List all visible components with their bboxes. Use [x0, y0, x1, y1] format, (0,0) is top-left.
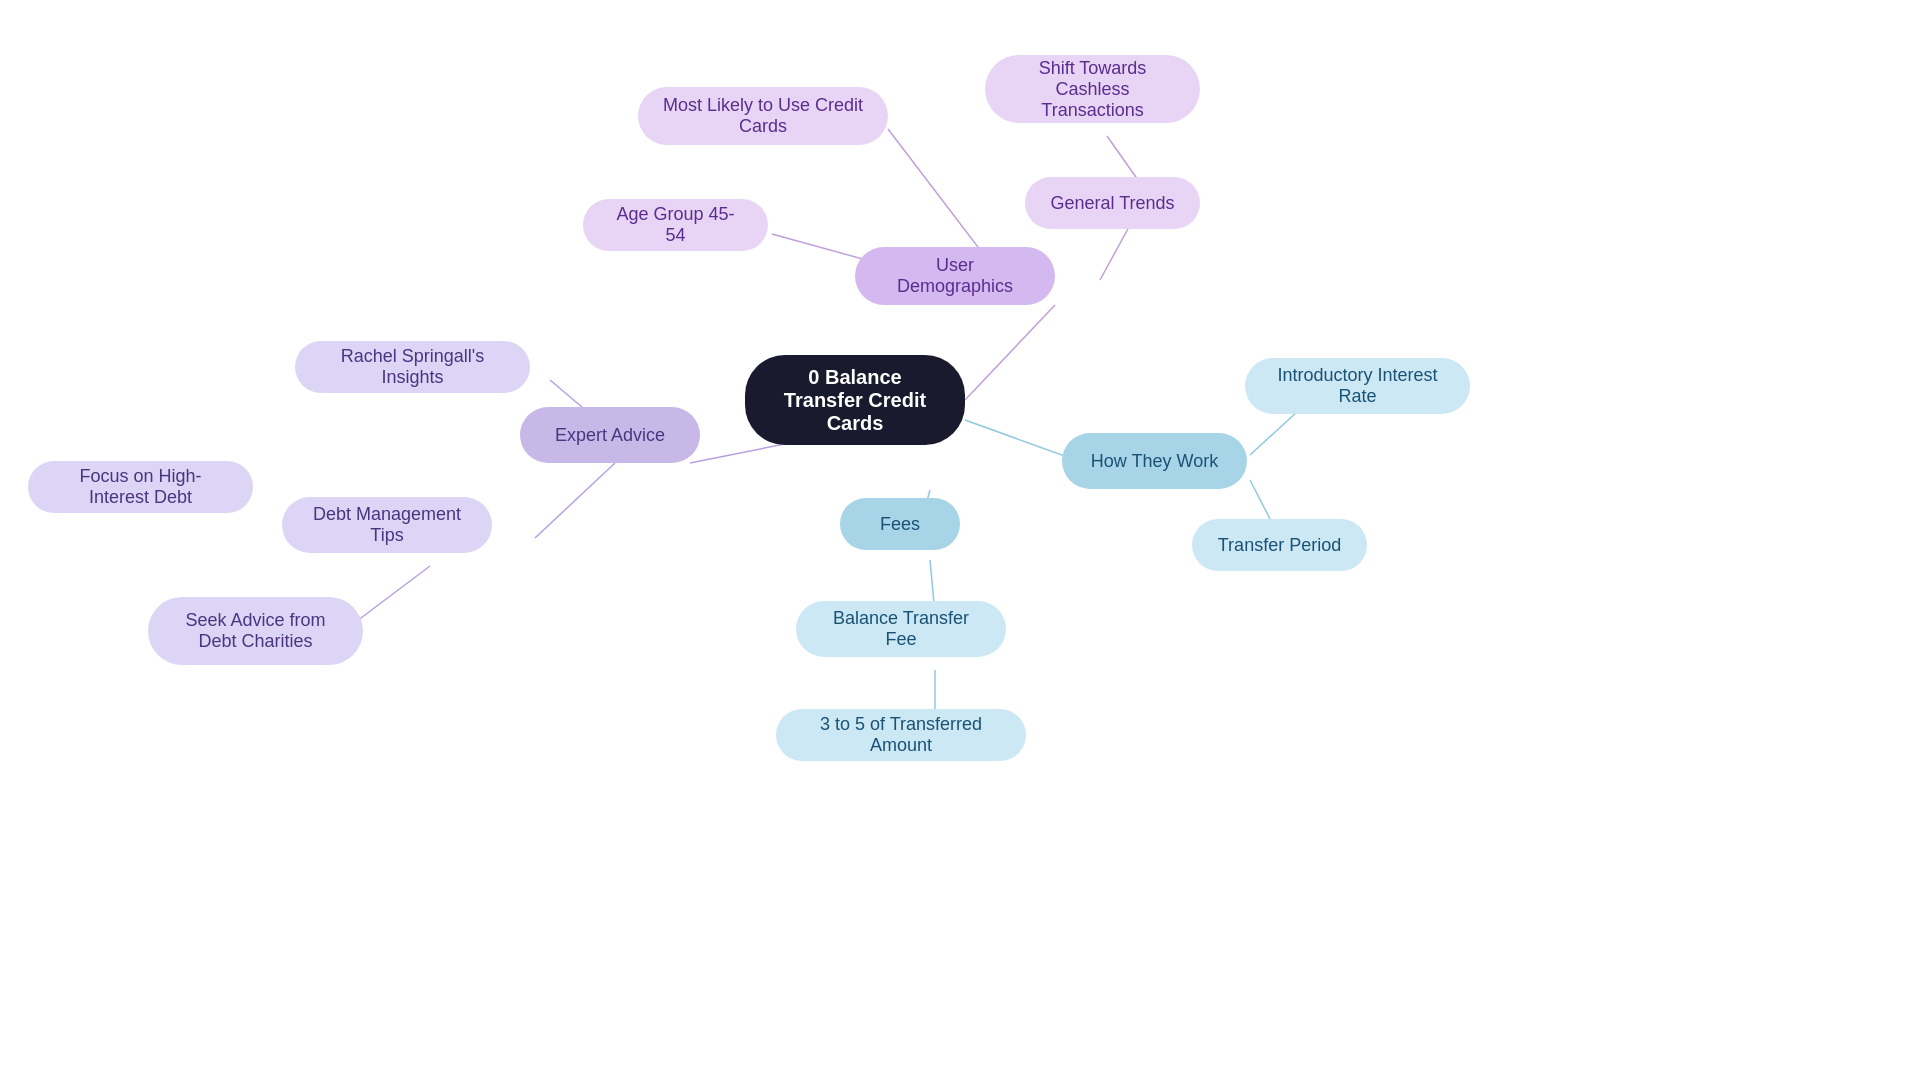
svg-line-0: [965, 305, 1055, 400]
center-node[interactable]: 0 Balance Transfer Credit Cards: [745, 355, 965, 445]
shift-cashless-node[interactable]: Shift Towards Cashless Transactions: [985, 55, 1200, 123]
svg-line-7: [535, 463, 615, 538]
how-they-work-node[interactable]: How They Work: [1062, 433, 1247, 489]
transfer-period-node[interactable]: Transfer Period: [1192, 519, 1367, 571]
focus-high-interest-node[interactable]: Focus on High-Interest Debt: [28, 461, 253, 513]
rachel-springall-node[interactable]: Rachel Springall's Insights: [295, 341, 530, 393]
general-trends-node[interactable]: General Trends: [1025, 177, 1200, 229]
expert-advice-node[interactable]: Expert Advice: [520, 407, 700, 463]
most-likely-node[interactable]: Most Likely to Use Credit Cards: [638, 87, 888, 145]
three-to-five-node[interactable]: 3 to 5 of Transferred Amount: [776, 709, 1026, 761]
seek-advice-node[interactable]: Seek Advice from Debt Charities: [148, 597, 363, 665]
user-demographics-node[interactable]: User Demographics: [855, 247, 1055, 305]
balance-transfer-fee-node[interactable]: Balance Transfer Fee: [796, 601, 1006, 657]
intro-rate-node[interactable]: Introductory Interest Rate: [1245, 358, 1470, 414]
age-group-node[interactable]: Age Group 45-54: [583, 199, 768, 251]
fees-node[interactable]: Fees: [840, 498, 960, 550]
debt-management-node[interactable]: Debt Management Tips: [282, 497, 492, 553]
